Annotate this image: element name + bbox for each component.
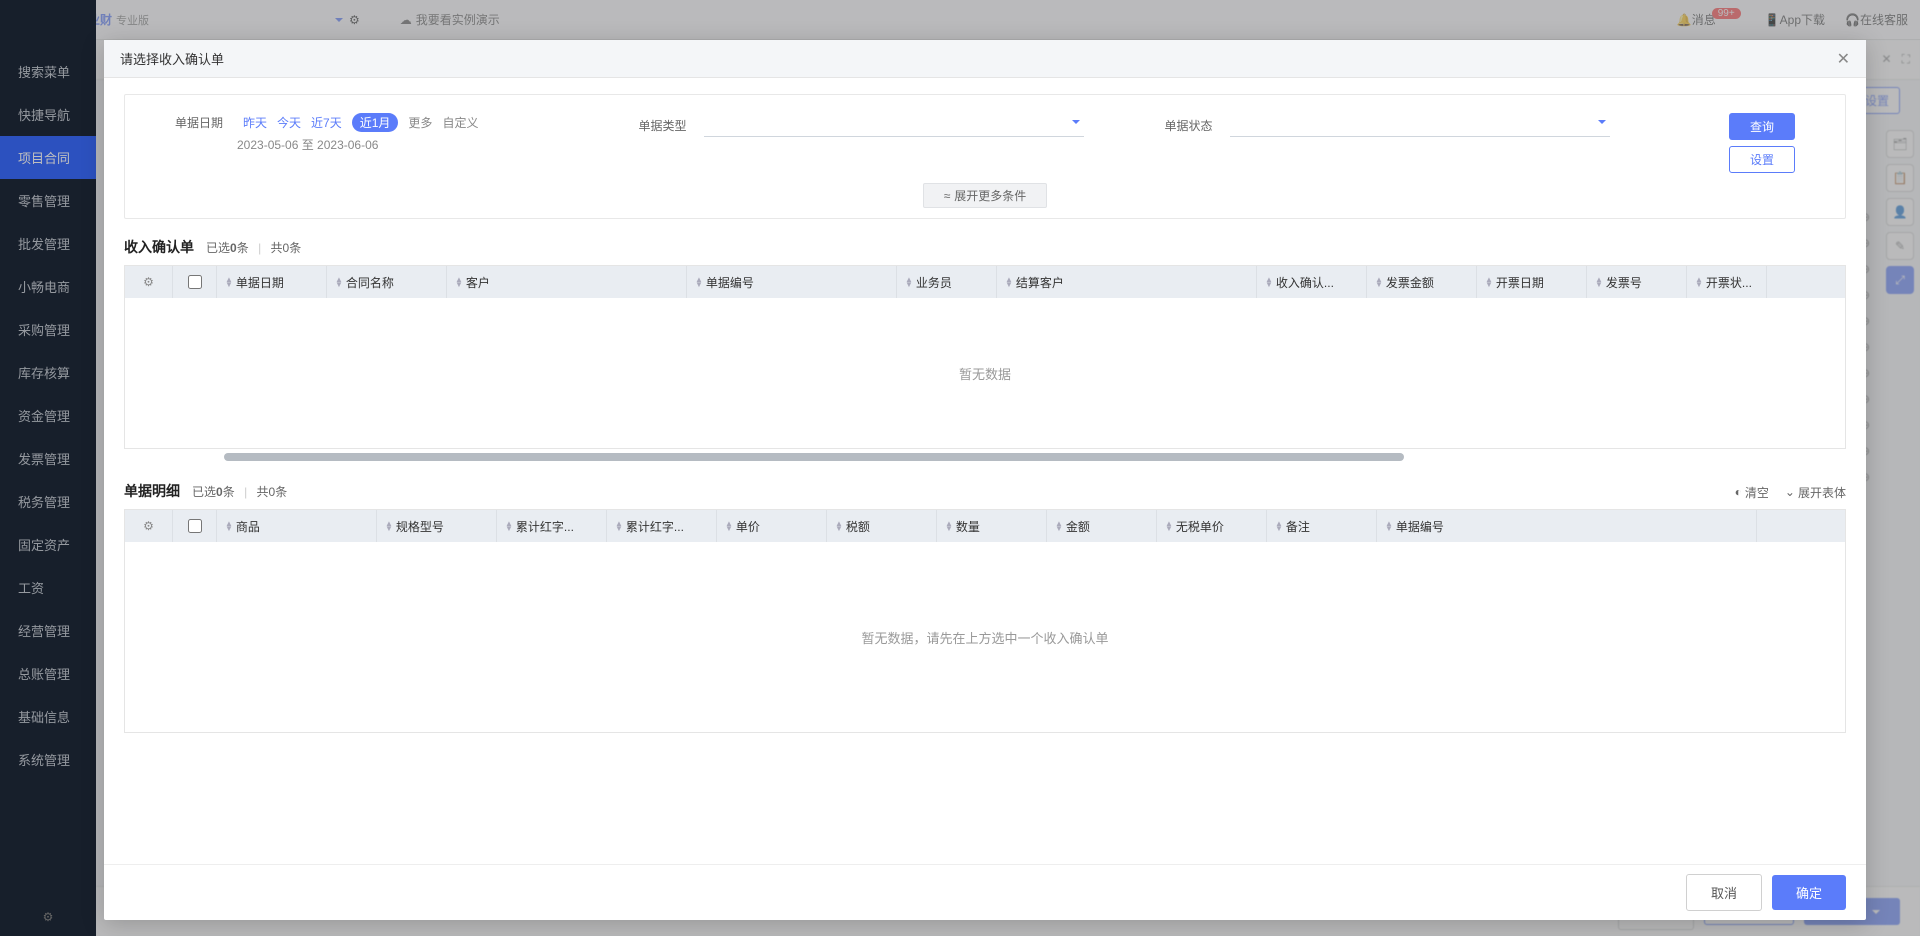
column-header[interactable]: ▲▼开票状...	[1687, 266, 1767, 298]
date-yesterday[interactable]: 昨天	[243, 114, 267, 131]
column-header[interactable]: ▲▼商品	[217, 510, 377, 542]
sort-icon: ▲▼	[615, 521, 623, 531]
table1-scrollbar[interactable]	[124, 451, 1846, 463]
column-header[interactable]: ▲▼数量	[937, 510, 1047, 542]
modal-footer: 取消 确定	[104, 864, 1866, 920]
eraser-icon: ◐	[1735, 485, 1742, 499]
sort-icon: ▲▼	[1005, 277, 1013, 287]
table1-empty: 暂无数据	[125, 298, 1845, 448]
chevron-down-icon	[1598, 115, 1606, 129]
date-label: 单据日期	[175, 114, 223, 131]
column-header[interactable]: ▲▼规格型号	[377, 510, 497, 542]
doc-type-field[interactable]: 单据类型	[638, 113, 1084, 137]
sort-icon: ▲▼	[1385, 521, 1393, 531]
sort-icon: ▲▼	[1695, 277, 1703, 287]
column-header[interactable]: ▲▼结算客户	[997, 266, 1257, 298]
sort-icon: ▲▼	[505, 521, 513, 531]
section2-title: 单据明细	[124, 481, 180, 501]
column-header[interactable]: ▲▼单据日期	[217, 266, 327, 298]
sort-icon: ▲▼	[905, 277, 913, 287]
table1: ⚙ ▲▼单据日期▲▼合同名称▲▼客户▲▼单据编号▲▼业务员▲▼结算客户▲▼收入确…	[124, 265, 1846, 449]
cancel-button[interactable]: 取消	[1686, 874, 1762, 911]
sort-icon: ▲▼	[225, 521, 233, 531]
section2-count: 已选0条 | 共0条	[192, 483, 287, 500]
column-header[interactable]: ▲▼累计红字...	[607, 510, 717, 542]
date-week[interactable]: 近7天	[311, 114, 342, 131]
section1-count: 已选0条 | 共0条	[206, 239, 301, 256]
sort-icon: ▲▼	[1055, 521, 1063, 531]
sort-icon: ▲▼	[1275, 521, 1283, 531]
column-header[interactable]: ▲▼无税单价	[1157, 510, 1267, 542]
column-header[interactable]: ▲▼税额	[827, 510, 937, 542]
select-all-checkbox[interactable]	[173, 266, 217, 298]
close-icon[interactable]: ✕	[1837, 49, 1850, 69]
filter-settings-button[interactable]: 设置	[1729, 146, 1795, 173]
sort-icon: ▲▼	[455, 277, 463, 287]
expand-body-button[interactable]: ⌄展开表体	[1785, 484, 1846, 501]
date-today[interactable]: 今天	[277, 114, 301, 131]
double-chevron-down-icon: ⌄	[1785, 485, 1795, 499]
sort-icon: ▲▼	[385, 521, 393, 531]
modal-header: 请选择收入确认单 ✕	[104, 40, 1866, 78]
sort-icon: ▲▼	[335, 277, 343, 287]
section1-header: 收入确认单 已选0条 | 共0条	[124, 237, 1846, 257]
table-settings-icon[interactable]: ⚙	[125, 266, 173, 298]
sort-icon: ▲▼	[1375, 277, 1383, 287]
select-all-checkbox[interactable]	[173, 510, 217, 542]
column-header[interactable]: ▲▼收入确认...	[1257, 266, 1367, 298]
doc-status-field[interactable]: 单据状态	[1164, 113, 1610, 137]
double-chevron-down-icon: ≈	[944, 189, 951, 203]
column-header[interactable]: ▲▼累计红字...	[497, 510, 607, 542]
sort-icon: ▲▼	[1265, 277, 1273, 287]
date-month[interactable]: 近1月	[352, 113, 399, 132]
section1-title: 收入确认单	[124, 237, 194, 257]
sort-icon: ▲▼	[1595, 277, 1603, 287]
clear-button[interactable]: ◐清空	[1735, 484, 1769, 501]
column-header[interactable]: ▲▼发票金额	[1367, 266, 1477, 298]
filter-card: 单据日期 昨天 今天 近7天 近1月 更多 自定义 2023-05-06 至 2…	[124, 94, 1846, 219]
column-header[interactable]: ▲▼业务员	[897, 266, 997, 298]
confirm-button[interactable]: 确定	[1772, 875, 1846, 910]
table2-empty: 暂无数据，请先在上方选中一个收入确认单	[125, 542, 1845, 732]
sort-icon: ▲▼	[835, 521, 843, 531]
table2: ⚙ ▲▼商品▲▼规格型号▲▼累计红字...▲▼累计红字...▲▼单价▲▼税额▲▼…	[124, 509, 1846, 733]
column-header[interactable]: ▲▼发票号	[1587, 266, 1687, 298]
column-header[interactable]: ▲▼单据编号	[1377, 510, 1757, 542]
select-income-confirm-modal: 请选择收入确认单 ✕ 单据日期 昨天 今天 近7天 近1月 更多 自定义 202…	[104, 40, 1866, 920]
sort-icon: ▲▼	[1485, 277, 1493, 287]
column-header[interactable]: ▲▼开票日期	[1477, 266, 1587, 298]
column-header[interactable]: ▲▼客户	[447, 266, 687, 298]
sort-icon: ▲▼	[1165, 521, 1173, 531]
column-header[interactable]: ▲▼单据编号	[687, 266, 897, 298]
column-header[interactable]: ▲▼单价	[717, 510, 827, 542]
table2-head: ⚙ ▲▼商品▲▼规格型号▲▼累计红字...▲▼累计红字...▲▼单价▲▼税额▲▼…	[125, 510, 1845, 542]
expand-conditions-button[interactable]: ≈ 展开更多条件	[923, 183, 1048, 208]
column-header[interactable]: ▲▼金额	[1047, 510, 1157, 542]
column-header[interactable]: ▲▼合同名称	[327, 266, 447, 298]
section2-header: 单据明细 已选0条 | 共0条 ◐清空 ⌄展开表体	[124, 481, 1846, 501]
column-header[interactable]: ▲▼备注	[1267, 510, 1377, 542]
sort-icon: ▲▼	[695, 277, 703, 287]
sort-icon: ▲▼	[225, 277, 233, 287]
sort-icon: ▲▼	[945, 521, 953, 531]
query-button[interactable]: 查询	[1729, 113, 1795, 140]
date-range: 2023-05-06 至 2023-06-06	[237, 136, 478, 153]
date-more[interactable]: 更多	[408, 114, 432, 131]
sort-icon: ▲▼	[725, 521, 733, 531]
date-custom[interactable]: 自定义	[442, 114, 478, 131]
chevron-down-icon	[1072, 115, 1080, 129]
table1-head: ⚙ ▲▼单据日期▲▼合同名称▲▼客户▲▼单据编号▲▼业务员▲▼结算客户▲▼收入确…	[125, 266, 1845, 298]
modal-title: 请选择收入确认单	[120, 49, 224, 68]
table-settings-icon[interactable]: ⚙	[125, 510, 173, 542]
